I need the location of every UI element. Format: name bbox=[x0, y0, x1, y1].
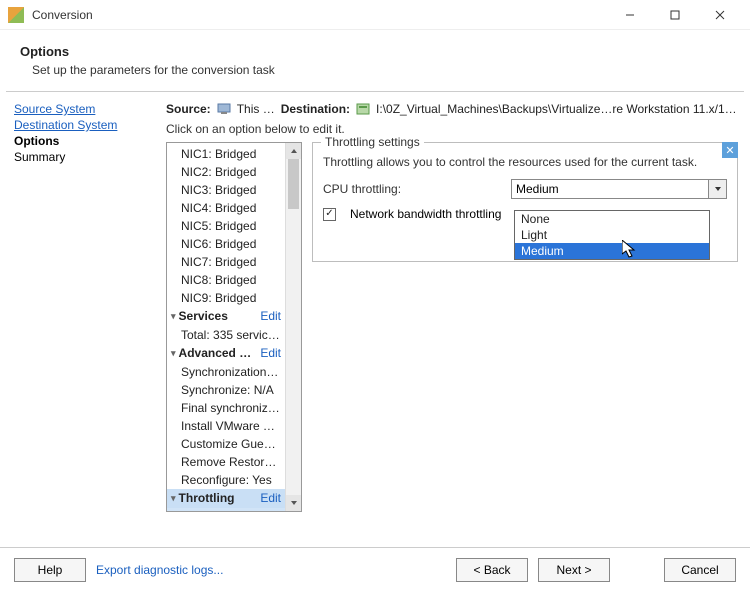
dropdown-option[interactable]: Medium bbox=[515, 243, 709, 259]
tree-item[interactable]: Synchronize: N/A bbox=[167, 381, 285, 399]
close-button[interactable] bbox=[697, 0, 742, 30]
tree-item[interactable]: NIC4: Bridged bbox=[167, 199, 285, 217]
tree-item[interactable]: Customize Guest … bbox=[167, 435, 285, 453]
window-title: Conversion bbox=[32, 8, 607, 22]
cpu-throttling-dropdown-list[interactable]: NoneLightMedium bbox=[514, 210, 710, 260]
scroll-down-button[interactable] bbox=[286, 495, 301, 511]
dropdown-option[interactable]: Light bbox=[515, 227, 709, 243]
minimize-button[interactable] bbox=[607, 0, 652, 30]
workarea: NIC1: BridgedNIC2: BridgedNIC3: BridgedN… bbox=[166, 142, 738, 512]
scrollbar[interactable] bbox=[285, 143, 301, 511]
dropdown-option[interactable]: None bbox=[515, 211, 709, 227]
header: Options Set up the parameters for the co… bbox=[0, 30, 750, 87]
vm-icon bbox=[356, 103, 370, 115]
scroll-thumb[interactable] bbox=[288, 159, 299, 209]
cpu-throttling-dropdown[interactable]: Medium bbox=[511, 179, 727, 199]
app-icon bbox=[8, 7, 24, 23]
tree-group[interactable]: ThrottlingEdit bbox=[167, 489, 285, 508]
cpu-throttling-value: Medium bbox=[516, 182, 559, 196]
tree-group[interactable]: ServicesEdit bbox=[167, 307, 285, 326]
next-button[interactable]: Next > bbox=[538, 558, 610, 582]
tree-item[interactable]: NIC7: Bridged bbox=[167, 253, 285, 271]
source-destination-line: Source: This … Destination: I:\0Z_Virtua… bbox=[166, 102, 738, 116]
export-diagnostic-link[interactable]: Export diagnostic logs... bbox=[96, 563, 223, 577]
main: Source System Destination System Options… bbox=[0, 92, 750, 532]
tree-item[interactable]: NIC1: Bridged bbox=[167, 145, 285, 163]
edit-link[interactable]: Edit bbox=[260, 490, 281, 506]
dropdown-arrow-icon bbox=[708, 180, 726, 198]
tree-item[interactable]: NIC6: Bridged bbox=[167, 235, 285, 253]
options-tree[interactable]: NIC1: BridgedNIC2: BridgedNIC3: BridgedN… bbox=[166, 142, 302, 512]
tree-item[interactable]: Synchronization: … bbox=[167, 363, 285, 381]
tree-item[interactable]: NIC3: Bridged bbox=[167, 181, 285, 199]
tree-item[interactable]: Reconfigure: Yes bbox=[167, 471, 285, 489]
network-bandwidth-label: Network bandwidth throttling bbox=[350, 207, 501, 221]
tree-item[interactable]: CPU: Medium bbox=[167, 508, 285, 512]
nav-summary[interactable]: Summary bbox=[14, 150, 156, 164]
help-button[interactable]: Help bbox=[14, 558, 86, 582]
edit-link[interactable]: Edit bbox=[260, 345, 281, 361]
scroll-up-button[interactable] bbox=[286, 143, 301, 159]
page-subtitle: Set up the parameters for the conversion… bbox=[32, 63, 730, 77]
destination-label: Destination: bbox=[281, 102, 350, 116]
destination-value: I:\0Z_Virtual_Machines\Backups\Virtualiz… bbox=[376, 102, 738, 116]
tree-item[interactable]: Remove Restore … bbox=[167, 453, 285, 471]
cpu-throttling-label: CPU throttling: bbox=[323, 182, 503, 196]
tree-item[interactable]: NIC8: Bridged bbox=[167, 271, 285, 289]
wizard-nav: Source System Destination System Options… bbox=[0, 92, 160, 532]
source-label: Source: bbox=[166, 102, 211, 116]
maximize-button[interactable] bbox=[652, 0, 697, 30]
edit-link[interactable]: Edit bbox=[260, 308, 281, 324]
tree-item[interactable]: NIC9: Bridged bbox=[167, 289, 285, 307]
content: Source: This … Destination: I:\0Z_Virtua… bbox=[160, 92, 750, 532]
tree-item[interactable]: Final synchronizati… bbox=[167, 399, 285, 417]
nav-options[interactable]: Options bbox=[14, 134, 156, 148]
page-title: Options bbox=[20, 44, 730, 59]
panel-description: Throttling allows you to control the res… bbox=[323, 155, 727, 169]
tree-item[interactable]: Total: 335 servic… bbox=[167, 326, 285, 344]
tree-item[interactable]: Install VMware T… bbox=[167, 417, 285, 435]
panel-close-icon[interactable]: ✕ bbox=[722, 142, 738, 158]
network-bandwidth-checkbox[interactable] bbox=[323, 208, 336, 221]
panel-legend: Throttling settings bbox=[321, 135, 424, 149]
computer-icon bbox=[217, 103, 231, 115]
hint-text: Click on an option below to edit it. bbox=[166, 122, 738, 136]
tree-item[interactable]: NIC5: Bridged bbox=[167, 217, 285, 235]
cancel-button[interactable]: Cancel bbox=[664, 558, 736, 582]
tree-item[interactable]: NIC2: Bridged bbox=[167, 163, 285, 181]
back-button[interactable]: < Back bbox=[456, 558, 528, 582]
titlebar: Conversion bbox=[0, 0, 750, 30]
nav-source-system[interactable]: Source System bbox=[14, 102, 156, 116]
footer: Help Export diagnostic logs... < Back Ne… bbox=[0, 547, 750, 591]
source-value: This … bbox=[237, 102, 275, 116]
nav-destination-system[interactable]: Destination System bbox=[14, 118, 156, 132]
tree-group[interactable]: Advanced …Edit bbox=[167, 344, 285, 363]
